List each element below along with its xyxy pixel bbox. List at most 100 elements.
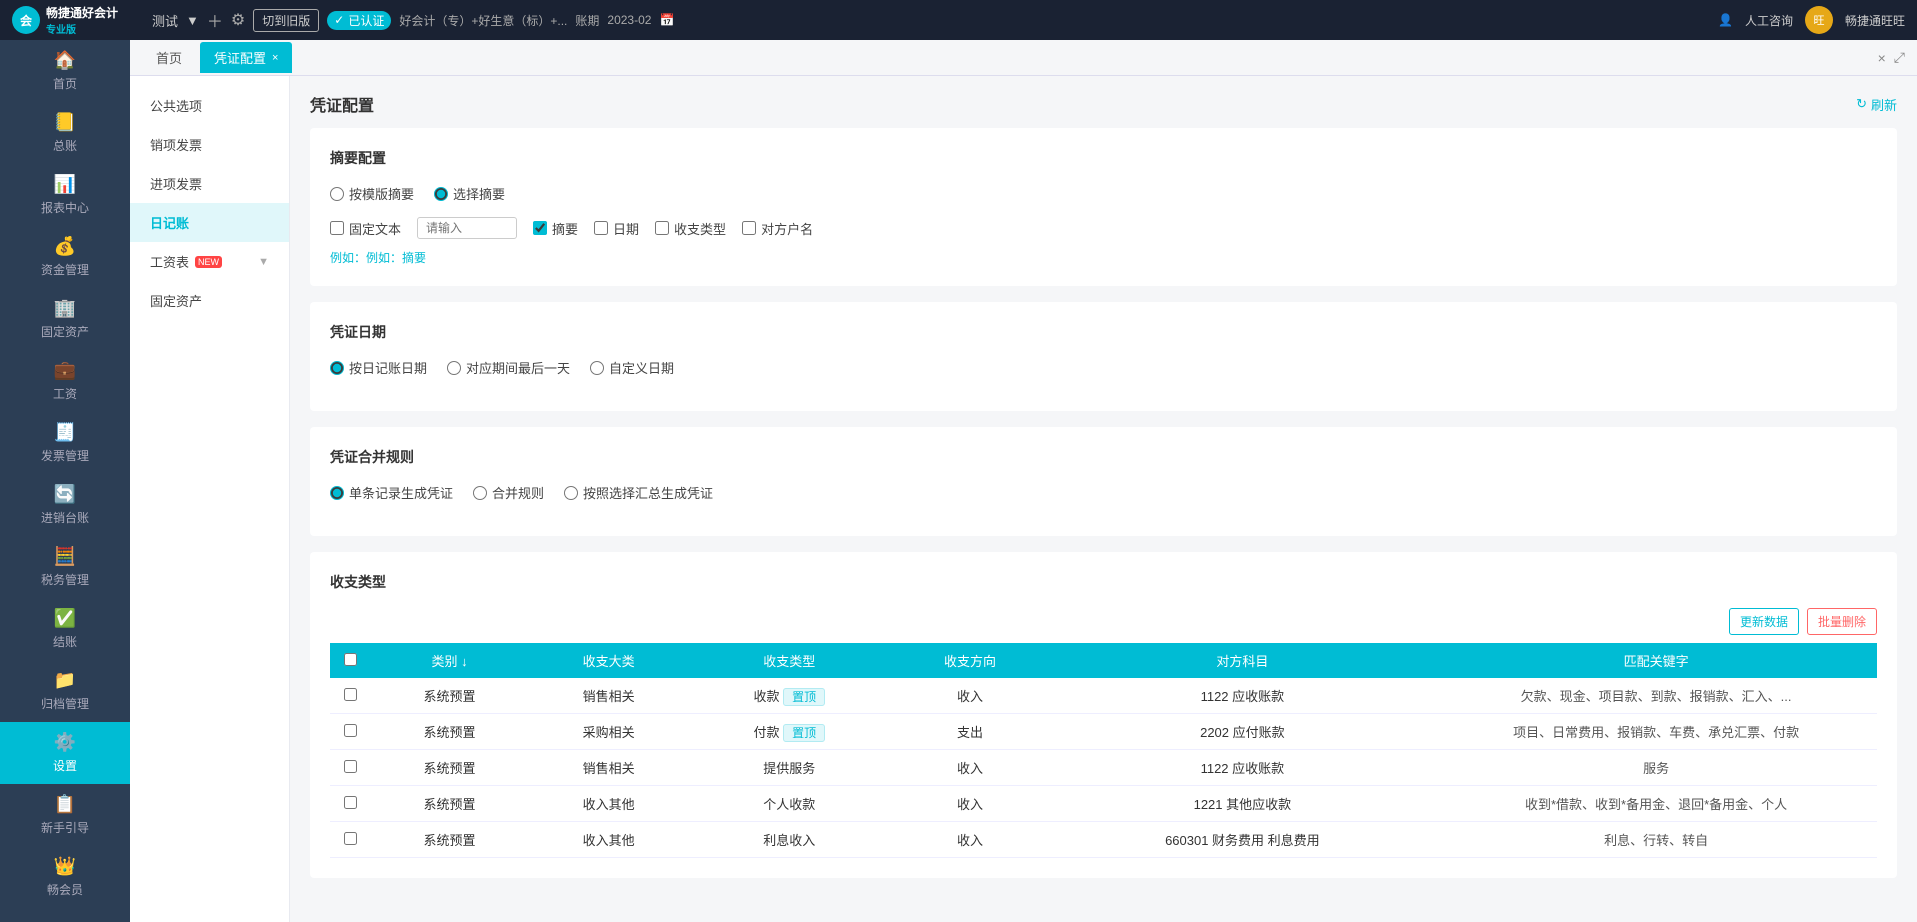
row-checkbox-cell[interactable] xyxy=(330,678,370,714)
sidebar-item-home[interactable]: 🏠 首页 xyxy=(0,40,130,102)
checkbox-date[interactable]: 日期 xyxy=(594,219,639,238)
sidebar-item-member[interactable]: 👑 畅会员 xyxy=(0,846,130,908)
sidebar-item-purchase[interactable]: 🔄 进销台账 xyxy=(0,474,130,536)
summary-checkbox-row: 固定文本 摘要 日期 收支类型 xyxy=(330,217,1877,239)
radio-merge-rule[interactable]: 合并规则 xyxy=(473,483,544,502)
sidebar-item-settings[interactable]: ⚙️ 设置 xyxy=(0,722,130,784)
fixed-text-input[interactable] xyxy=(417,217,517,239)
counterpart-checkbox[interactable] xyxy=(742,221,756,235)
voucher-date-radio-group: 按日记账日期 对应期间最后一天 自定义日期 xyxy=(330,358,1877,377)
header-settings-icon[interactable]: ⚙ xyxy=(231,10,245,30)
sidebar-label-invoice: 发票管理 xyxy=(41,447,89,464)
sidebar-item-funds[interactable]: 💰 资金管理 xyxy=(0,226,130,288)
row-expense-type: 个人收款 xyxy=(688,786,890,822)
summary-checkbox[interactable] xyxy=(533,221,547,235)
sidebar-label-purchase: 进销台账 xyxy=(41,509,89,526)
income-expense-section: 收支类型 更新数据 批量删除 类别 xyxy=(310,552,1897,878)
row-checkbox-cell[interactable] xyxy=(330,822,370,858)
layout: 🏠 首页 📒 总账 📊 报表中心 💰 资金管理 🏢 固定资产 💼 工资 🧾 发票… xyxy=(0,40,1917,922)
row-checkbox-cell[interactable] xyxy=(330,786,370,822)
radio-journal-date[interactable]: 按日记账日期 xyxy=(330,358,427,377)
row-checkbox-2[interactable] xyxy=(344,760,357,773)
top-header: 会 畅捷通好会计 专业版 测试 ▼ ＋ ⚙ 切到旧版 已认证 好会计（专）+好生… xyxy=(0,0,1917,40)
row-checkbox-cell[interactable] xyxy=(330,714,370,750)
th-expense-type: 收支类型 xyxy=(688,643,890,678)
tab-action-close[interactable]: × xyxy=(1878,50,1886,66)
sidebar-item-assets[interactable]: 🏢 固定资产 xyxy=(0,288,130,350)
sidebar-item-archive[interactable]: 📁 归档管理 xyxy=(0,660,130,722)
radio-merge-input[interactable] xyxy=(473,486,487,500)
header-add-button[interactable]: ＋ xyxy=(207,8,223,32)
radio-period-last-day[interactable]: 对应期间最后一天 xyxy=(447,358,570,377)
radio-single-input[interactable] xyxy=(330,486,344,500)
header-period-value: 2023-02 xyxy=(607,13,651,27)
radio-journal-date-input[interactable] xyxy=(330,361,344,375)
fixed-text-checkbox[interactable] xyxy=(330,221,344,235)
left-nav-public[interactable]: 公共选项 xyxy=(130,86,289,125)
radio-template-summary[interactable]: 按模版摘要 xyxy=(330,184,414,203)
purchase-icon: 🔄 xyxy=(54,484,76,505)
row-tag[interactable]: 置顶 xyxy=(783,724,825,742)
th-checkbox[interactable] xyxy=(330,643,370,678)
left-nav-sales-invoice[interactable]: 销项发票 xyxy=(130,125,289,164)
batch-delete-button[interactable]: 批量删除 xyxy=(1807,608,1877,635)
radio-summary-gen-input[interactable] xyxy=(564,486,578,500)
sidebar-item-guide[interactable]: 📋 新手引导 xyxy=(0,784,130,846)
checkbox-summary[interactable]: 摘要 xyxy=(533,219,578,238)
consult-label[interactable]: 人工咨询 xyxy=(1745,12,1793,29)
tab-close-icon[interactable]: × xyxy=(272,52,278,64)
row-checkbox-0[interactable] xyxy=(344,688,357,701)
sidebar-item-tax[interactable]: 🧮 税务管理 xyxy=(0,536,130,598)
select-all-checkbox[interactable] xyxy=(344,653,357,666)
row-checkbox-4[interactable] xyxy=(344,832,357,845)
header-period-label: 账期 xyxy=(575,12,599,29)
merge-rules-radio-group: 单条记录生成凭证 合并规则 按照选择汇总生成凭证 xyxy=(330,483,1877,502)
radio-custom-input[interactable] xyxy=(590,361,604,375)
sidebar-item-salary[interactable]: 💼 工资 xyxy=(0,350,130,412)
tab-home[interactable]: 首页 xyxy=(142,42,196,73)
refresh-button[interactable]: ↻ 刷新 xyxy=(1856,95,1897,114)
row-checkbox-cell[interactable] xyxy=(330,750,370,786)
checkbox-type[interactable]: 收支类型 xyxy=(655,219,726,238)
sidebar-item-reports[interactable]: 📊 报表中心 xyxy=(0,164,130,226)
radio-single-record[interactable]: 单条记录生成凭证 xyxy=(330,483,453,502)
row-checkbox-3[interactable] xyxy=(344,796,357,809)
type-checkbox[interactable] xyxy=(655,221,669,235)
row-category: 系统预置 xyxy=(370,786,529,822)
sidebar-item-ledger[interactable]: 📒 总账 xyxy=(0,102,130,164)
radio-custom-label: 自定义日期 xyxy=(609,358,674,377)
sidebar-item-invoice[interactable]: 🧾 发票管理 xyxy=(0,412,130,474)
header-center: 测试 ▼ ＋ ⚙ 切到旧版 已认证 好会计（专）+好生意（标）+... 账期 2… xyxy=(152,8,1708,32)
tab-action-expand[interactable]: ⤢ xyxy=(1894,49,1905,66)
switch-to-old-button[interactable]: 切到旧版 xyxy=(253,9,319,32)
header-dropdown-icon[interactable]: ▼ xyxy=(186,13,199,28)
row-checkbox-1[interactable] xyxy=(344,724,357,737)
radio-summary-gen[interactable]: 按照选择汇总生成凭证 xyxy=(564,483,713,502)
row-tag[interactable]: 置顶 xyxy=(783,688,825,706)
sidebar-label-member: 畅会员 xyxy=(47,881,83,898)
date-checkbox[interactable] xyxy=(594,221,608,235)
left-nav-fixed-assets[interactable]: 固定资产 xyxy=(130,281,289,320)
voucher-date-title: 凭证日期 xyxy=(330,322,1877,342)
radio-select-input[interactable] xyxy=(434,187,448,201)
tab-voucher-config[interactable]: 凭证配置 × xyxy=(200,42,292,73)
sort-icon[interactable]: ↓ xyxy=(461,654,468,669)
update-data-button[interactable]: 更新数据 xyxy=(1729,608,1799,635)
radio-select-summary[interactable]: 选择摘要 xyxy=(434,184,505,203)
radio-template-input[interactable] xyxy=(330,187,344,201)
calendar-icon[interactable]: 📅 xyxy=(659,13,674,27)
sidebar-item-settle[interactable]: ✅ 结账 xyxy=(0,598,130,660)
home-icon: 🏠 xyxy=(54,50,76,71)
table-row: 系统预置 销售相关 收款 置顶 收入 1122 应收账款 欠款、现金、项目款、到… xyxy=(330,678,1877,714)
user-name: 畅捷通旺旺 xyxy=(1845,12,1905,29)
radio-period-last-input[interactable] xyxy=(447,361,461,375)
avatar[interactable]: 旺 xyxy=(1805,6,1833,34)
radio-custom-date[interactable]: 自定义日期 xyxy=(590,358,674,377)
checkbox-fixed-text[interactable]: 固定文本 xyxy=(330,219,401,238)
left-nav-payroll[interactable]: 工资表 NEW ▼ xyxy=(130,242,289,281)
summary-section: 摘要配置 按模版摘要 选择摘要 xyxy=(310,128,1897,286)
left-nav-purchase-invoice[interactable]: 进项发票 xyxy=(130,164,289,203)
row-expense-type: 利息收入 xyxy=(688,822,890,858)
checkbox-counterpart[interactable]: 对方户名 xyxy=(742,219,813,238)
left-nav-journal[interactable]: 日记账 xyxy=(130,203,289,242)
